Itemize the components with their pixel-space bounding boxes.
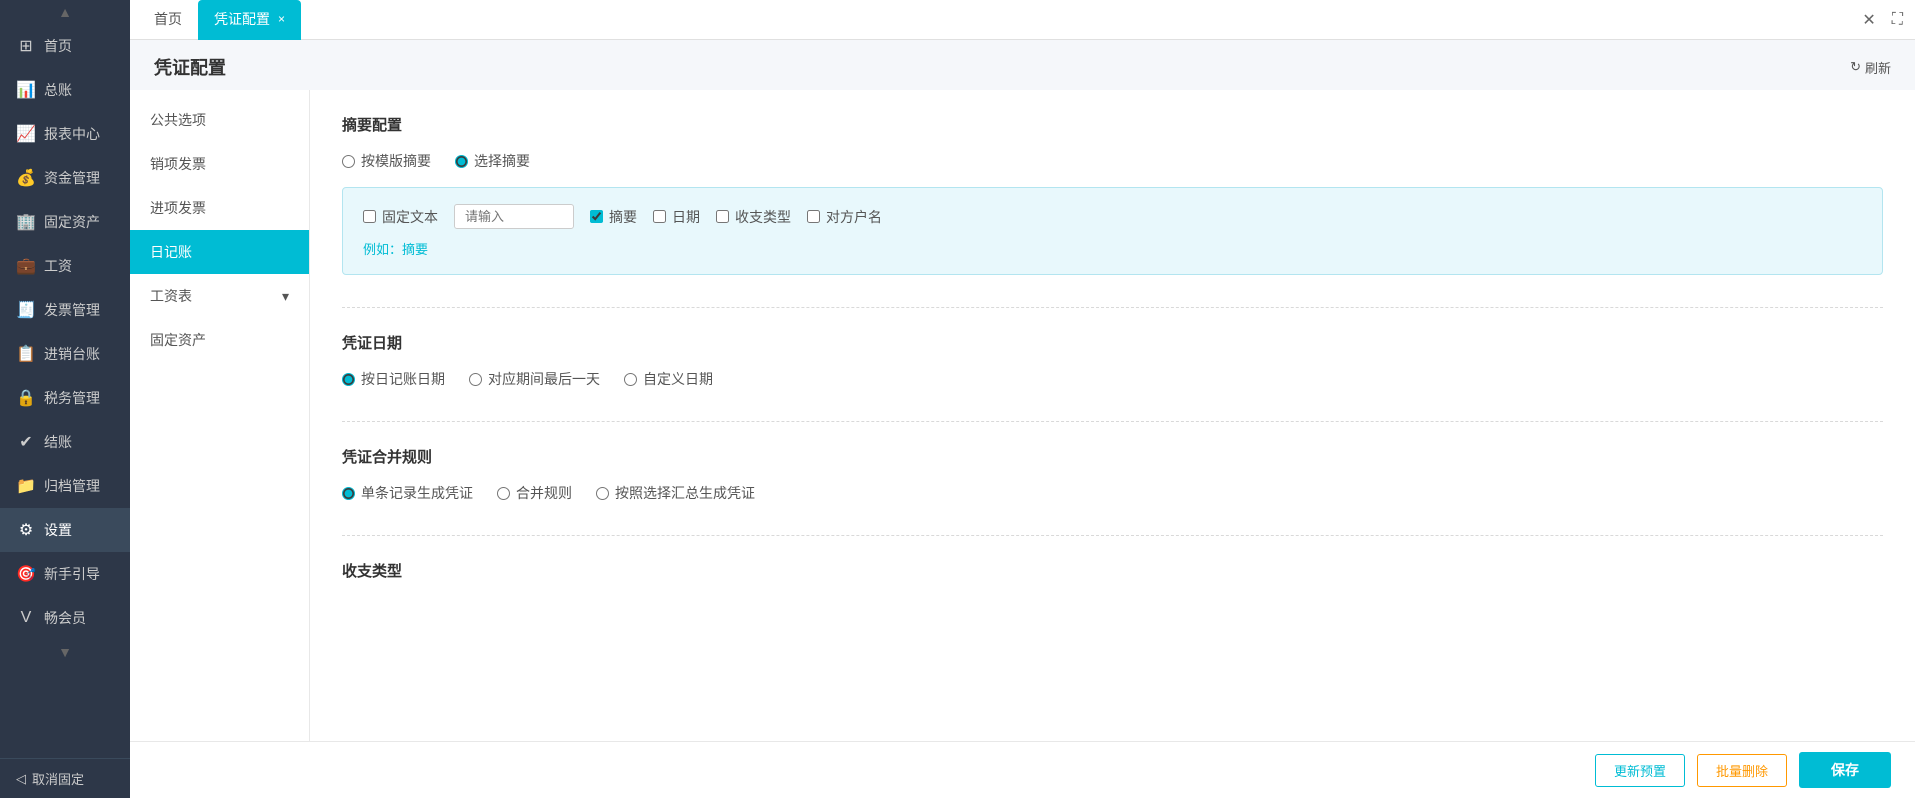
voucher-date-section: 凭证日期 按日记账日期 对应期间最后一天 自定义日期 [342, 332, 1883, 389]
content-area: 凭证配置 ↻ 刷新 公共选项 销项发票 进项发票 日记账 [130, 40, 1915, 798]
sidebar-item-tax[interactable]: 🔒 税务管理 [0, 376, 130, 420]
checkbox-income-type[interactable]: 收支类型 [716, 207, 791, 227]
ledger-icon: 📊 [16, 80, 36, 100]
left-nav-item-common[interactable]: 公共选项 [130, 98, 309, 142]
sidebar-scroll-up[interactable]: ▲ [0, 0, 130, 24]
summary-radio-group: 按模版摘要 选择摘要 [342, 151, 1883, 171]
tab-bar: 首页 凭证配置 × ✕ ⛶ [130, 0, 1915, 40]
sidebar-item-guide[interactable]: 🎯 新手引导 [0, 552, 130, 596]
left-nav-item-purchase[interactable]: 进项发票 [130, 186, 309, 230]
sidebar-item-asset[interactable]: 🏢 固定资产 [0, 200, 130, 244]
sidebar-item-member[interactable]: V 畅会员 [0, 596, 130, 640]
left-nav-item-payroll[interactable]: 工资表 ▾ [130, 274, 309, 318]
divider-3 [342, 535, 1883, 536]
sidebar-item-archive[interactable]: 📁 归档管理 [0, 464, 130, 508]
asset-icon: 🏢 [16, 212, 36, 232]
summary-config-section: 摘要配置 按模版摘要 选择摘要 [342, 114, 1883, 275]
trading-icon: 📋 [16, 344, 36, 364]
income-type-title: 收支类型 [342, 560, 1883, 581]
merge-rule[interactable]: 合并规则 [497, 483, 572, 503]
sidebar-item-invoice[interactable]: 🧾 发票管理 [0, 288, 130, 332]
left-nav-item-journal[interactable]: 日记账 [130, 230, 309, 274]
summary-radio-template[interactable]: 按模版摘要 [342, 151, 431, 171]
fixed-text-input[interactable] [454, 204, 574, 229]
divider-2 [342, 421, 1883, 422]
member-icon: V [16, 609, 36, 627]
merge-rules-section: 凭证合并规则 单条记录生成凭证 合并规则 按照选择汇总生成凭证 [342, 446, 1883, 503]
report-icon: 📈 [16, 124, 36, 144]
merge-single[interactable]: 单条记录生成凭证 [342, 483, 473, 503]
close-window-button[interactable]: ✕ [1858, 6, 1879, 34]
checkout-icon: ✔ [16, 432, 36, 452]
checkbox-summary[interactable]: 摘要 [590, 207, 637, 227]
salary-icon: 💼 [16, 256, 36, 276]
refresh-icon: ↻ [1850, 59, 1861, 75]
close-tab-button[interactable]: × [278, 12, 285, 26]
invoice-icon: 🧾 [16, 300, 36, 320]
sidebar-item-checkout[interactable]: ✔ 结账 [0, 420, 130, 464]
sidebar-item-trading[interactable]: 📋 进销台账 [0, 332, 130, 376]
voucher-date-last-day[interactable]: 对应期间最后一天 [469, 369, 600, 389]
tab-bar-actions: ✕ ⛶ [1858, 6, 1907, 34]
fund-icon: 💰 [16, 168, 36, 188]
merge-summary[interactable]: 按照选择汇总生成凭证 [596, 483, 755, 503]
settings-icon: ⚙ [16, 520, 36, 540]
summary-config-box: 固定文本 摘要 日期 [342, 187, 1883, 275]
sidebar-scroll-down[interactable]: ▼ [0, 640, 130, 664]
summary-config-title: 摘要配置 [342, 114, 1883, 135]
tax-icon: 🔒 [16, 388, 36, 408]
save-button[interactable]: 保存 [1799, 752, 1891, 788]
page-title: 凭证配置 [154, 54, 226, 80]
sidebar-item-settings[interactable]: ⚙ 设置 [0, 508, 130, 552]
page-header: 凭证配置 ↻ 刷新 [130, 40, 1915, 90]
chevron-down-icon: ▾ [282, 288, 289, 305]
voucher-date-custom[interactable]: 自定义日期 [624, 369, 713, 389]
right-panel: 摘要配置 按模版摘要 选择摘要 [310, 90, 1915, 741]
bulk-delete-button[interactable]: 批量删除 [1697, 754, 1787, 787]
guide-icon: 🎯 [16, 564, 36, 584]
sidebar-item-ledger[interactable]: 📊 总账 [0, 68, 130, 112]
pin-icon: ◁ [16, 771, 26, 787]
summary-radio-select[interactable]: 选择摘要 [455, 151, 530, 171]
checkbox-counterparty[interactable]: 对方户名 [807, 207, 882, 227]
update-preview-button[interactable]: 更新预置 [1595, 754, 1685, 787]
archive-icon: 📁 [16, 476, 36, 496]
voucher-date-journal[interactable]: 按日记账日期 [342, 369, 445, 389]
merge-rules-title: 凭证合并规则 [342, 446, 1883, 467]
sidebar-item-salary[interactable]: 💼 工资 [0, 244, 130, 288]
summary-checkboxes-row: 固定文本 摘要 日期 [363, 204, 1862, 229]
main-area: 首页 凭证配置 × ✕ ⛶ 凭证配置 ↻ 刷新 公共选项 [130, 0, 1915, 798]
sidebar-item-fund[interactable]: 💰 资金管理 [0, 156, 130, 200]
merge-rules-radio-group: 单条记录生成凭证 合并规则 按照选择汇总生成凭证 [342, 483, 1883, 503]
refresh-button[interactable]: ↻ 刷新 [1850, 58, 1891, 77]
checkbox-date[interactable]: 日期 [653, 207, 700, 227]
left-nav-item-fixed-asset[interactable]: 固定资产 [130, 318, 309, 362]
tab-home[interactable]: 首页 [138, 0, 198, 40]
bottom-bar: 更新预置 批量删除 保存 [130, 741, 1915, 798]
sidebar-item-home[interactable]: ⊞ 首页 [0, 24, 130, 68]
divider-1 [342, 307, 1883, 308]
summary-example: 例如：摘要 [363, 239, 1862, 258]
voucher-date-radio-group: 按日记账日期 对应期间最后一天 自定义日期 [342, 369, 1883, 389]
sidebar-item-report[interactable]: 📈 报表中心 [0, 112, 130, 156]
left-nav-item-sales[interactable]: 销项发票 [130, 142, 309, 186]
voucher-date-title: 凭证日期 [342, 332, 1883, 353]
home-icon: ⊞ [16, 36, 36, 56]
sidebar: ▲ ⊞ 首页 📊 总账 📈 报表中心 💰 资金管理 🏢 固定资产 💼 工资 🧾 … [0, 0, 130, 798]
left-nav: 公共选项 销项发票 进项发票 日记账 工资表 ▾ 固定资产 [130, 90, 310, 741]
income-type-section: 收支类型 [342, 560, 1883, 581]
checkbox-fixed-text[interactable]: 固定文本 [363, 207, 438, 227]
tab-voucher-config[interactable]: 凭证配置 × [198, 0, 301, 40]
content-body: 公共选项 销项发票 进项发票 日记账 工资表 ▾ 固定资产 [130, 90, 1915, 741]
unpin-button[interactable]: ◁ 取消固定 [0, 758, 130, 798]
expand-window-button[interactable]: ⛶ [1888, 6, 1907, 34]
